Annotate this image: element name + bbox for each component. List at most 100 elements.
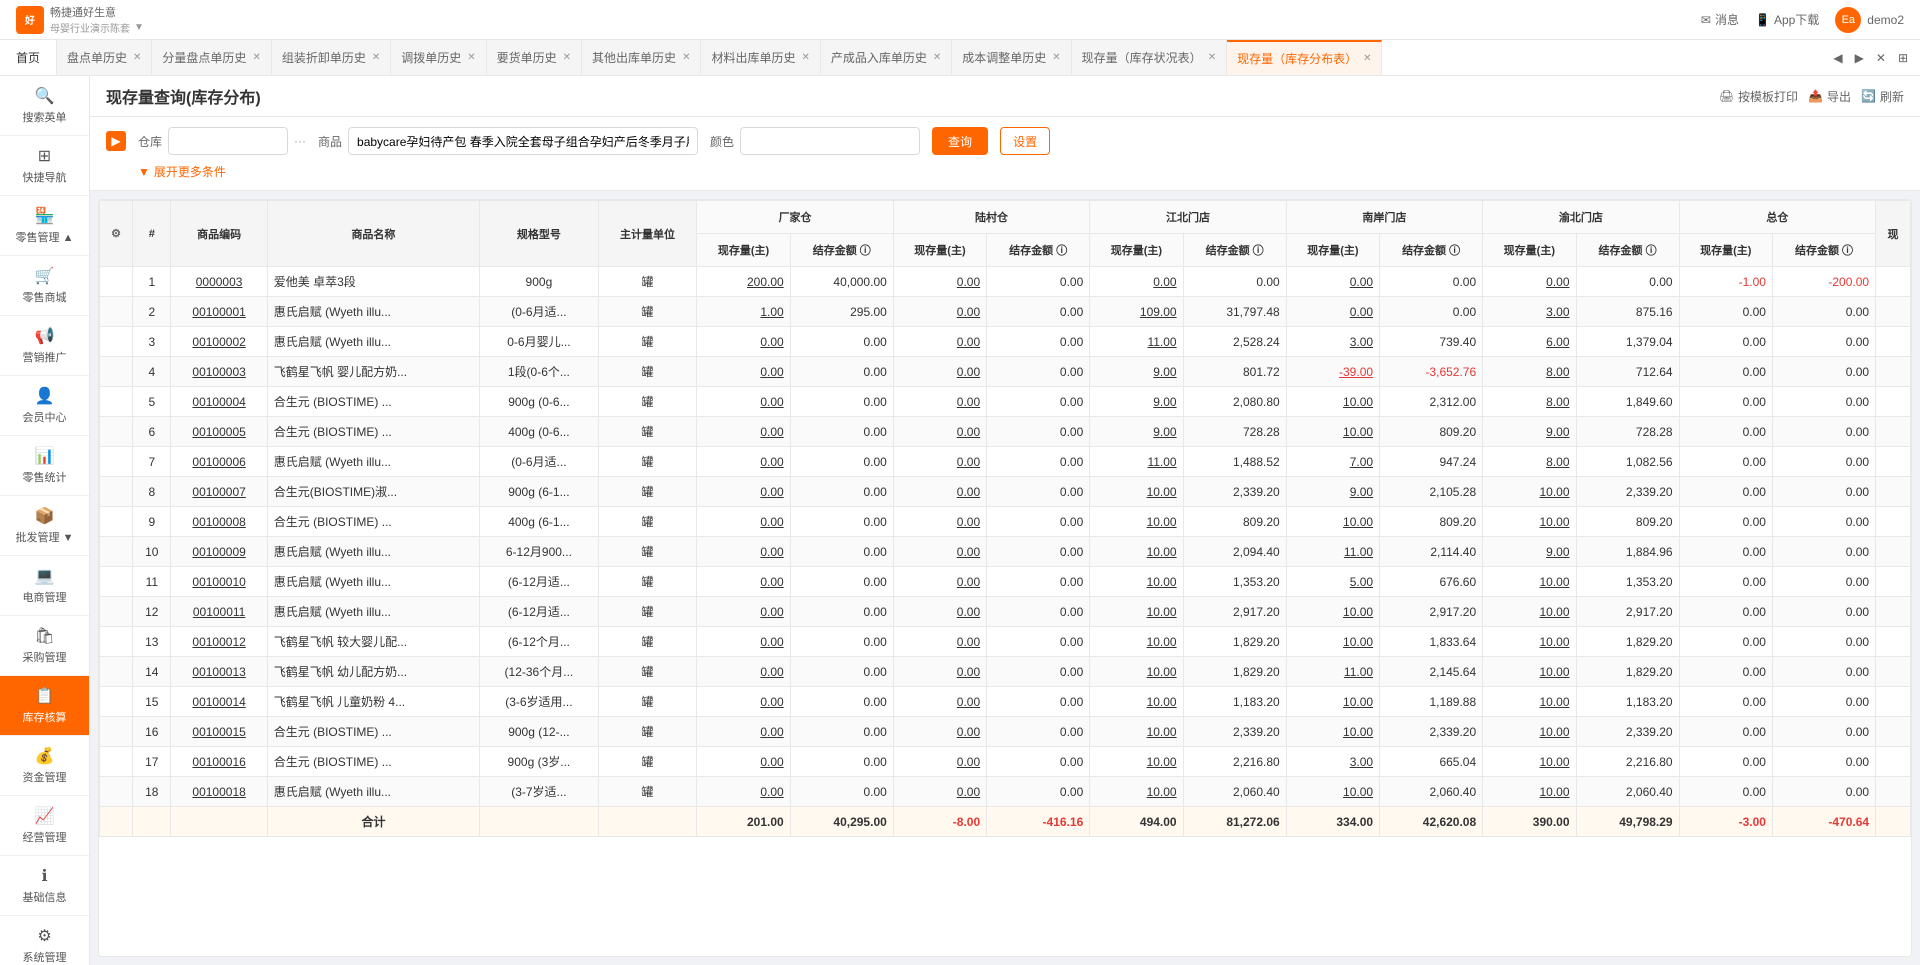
sidebar-item-retail-mgmt[interactable]: 🏪 零售管理 ▲ [0,196,89,256]
table-cell[interactable]: 10.00 [1483,597,1576,627]
table-cell[interactable]: 10.00 [1090,687,1183,717]
table-cell[interactable]: 11.00 [1286,537,1379,567]
warehouse-more-btn[interactable]: ··· [294,134,306,148]
tab-close-icon[interactable]: ✕ [133,52,141,63]
tab-close-icon[interactable]: ✕ [563,52,571,63]
tab-close-icon[interactable]: ✕ [467,52,475,63]
table-cell[interactable]: 00100010 [171,567,267,597]
color-input[interactable] [740,127,920,155]
tab-outbound-history[interactable]: 其他出库单历史 ✕ [582,40,701,75]
table-cell[interactable]: 00100011 [171,597,267,627]
table-cell[interactable]: 0.00 [697,747,790,777]
tab-close-icon[interactable]: ✕ [1052,52,1060,63]
table-cell[interactable]: 10.00 [1286,597,1379,627]
table-cell[interactable]: 0.00 [893,687,986,717]
sidebar-item-wholesale[interactable]: 📦 批发管理 ▼ [0,496,89,556]
table-cell[interactable]: 00100005 [171,417,267,447]
table-cell[interactable]: 10.00 [1286,687,1379,717]
table-cell[interactable]: 0.00 [697,627,790,657]
table-cell[interactable]: 9.00 [1286,477,1379,507]
table-cell[interactable]: 0.00 [697,567,790,597]
table-cell[interactable]: 10.00 [1090,597,1183,627]
tab-stock-distribution[interactable]: 现存量（库存分布表） ✕ [1227,40,1382,75]
sidebar-item-purchase[interactable]: 🛍 采购管理 [0,616,89,676]
table-cell[interactable]: 0.00 [893,747,986,777]
table-cell[interactable]: 10.00 [1090,507,1183,537]
tab-close-all-icon[interactable]: ✕ [1872,49,1890,67]
table-cell[interactable]: 8.00 [1483,387,1576,417]
tab-close-icon[interactable]: ✕ [1208,52,1216,63]
table-cell[interactable]: 00100001 [171,297,267,327]
table-cell[interactable]: 0.00 [893,657,986,687]
table-cell[interactable]: 0.00 [893,627,986,657]
tab-next-icon[interactable]: ▶ [1851,49,1868,67]
table-cell[interactable]: 0.00 [893,267,986,297]
table-cell[interactable]: 00100016 [171,747,267,777]
warehouse-input[interactable] [168,127,288,155]
tab-assembly-history[interactable]: 组装折卸单历史 ✕ [272,40,391,75]
table-cell[interactable]: 10.00 [1483,717,1576,747]
table-cell[interactable]: 10.00 [1286,627,1379,657]
tab-close-icon[interactable]: ✕ [252,52,260,63]
table-cell[interactable]: 10.00 [1090,477,1183,507]
table-cell[interactable]: 7.00 [1286,447,1379,477]
app-download-btn[interactable]: 📱 App下载 [1755,11,1819,28]
table-cell[interactable]: 0.00 [893,447,986,477]
table-cell[interactable]: 00100008 [171,507,267,537]
tab-stock-status[interactable]: 现存量（库存状况表） ✕ [1072,40,1227,75]
table-cell[interactable]: 10.00 [1090,657,1183,687]
tab-close-icon[interactable]: ✕ [682,52,690,63]
table-cell[interactable]: 11.00 [1090,447,1183,477]
settings-icon[interactable]: ⚙ [111,228,121,240]
table-cell[interactable]: 9.00 [1090,357,1183,387]
table-cell[interactable]: 10.00 [1090,777,1183,807]
table-cell[interactable]: 10.00 [1483,507,1576,537]
print-btn[interactable]: 🖨 按模板打印 [1719,88,1798,105]
sidebar-item-marketing[interactable]: 📢 营销推广 [0,316,89,376]
table-cell[interactable]: 10.00 [1483,627,1576,657]
sidebar-item-operations[interactable]: 📈 经营管理 [0,796,89,856]
table-cell[interactable]: 9.00 [1090,387,1183,417]
table-cell[interactable]: 10.00 [1483,747,1576,777]
table-cell[interactable]: 10.00 [1286,717,1379,747]
table-cell[interactable]: 10.00 [1090,717,1183,747]
table-cell[interactable]: 00100015 [171,717,267,747]
table-cell[interactable]: 10.00 [1090,567,1183,597]
table-cell[interactable]: 10.00 [1483,477,1576,507]
table-cell[interactable]: 0.00 [1286,297,1379,327]
table-cell[interactable]: 0.00 [697,357,790,387]
sidebar-item-member[interactable]: 👤 会员中心 [0,376,89,436]
table-cell[interactable]: 109.00 [1090,297,1183,327]
table-cell[interactable]: 0.00 [697,537,790,567]
table-cell[interactable]: 3.00 [1286,747,1379,777]
table-cell[interactable]: 0.00 [893,597,986,627]
refresh-btn[interactable]: 🔄 刷新 [1861,88,1904,105]
tab-order-history[interactable]: 要货单历史 ✕ [487,40,582,75]
table-cell[interactable]: 9.00 [1090,417,1183,447]
table-cell[interactable]: 0.00 [697,777,790,807]
table-cell[interactable]: 0.00 [893,477,986,507]
tab-transfer-history[interactable]: 调拨单历史 ✕ [391,40,486,75]
table-cell[interactable]: 10.00 [1483,567,1576,597]
table-cell[interactable]: 0.00 [893,717,986,747]
table-cell[interactable]: 0.00 [697,717,790,747]
table-cell[interactable]: 00100003 [171,357,267,387]
table-cell[interactable]: 0.00 [1483,267,1576,297]
goods-input[interactable] [348,127,698,155]
table-cell[interactable]: 0.00 [697,387,790,417]
table-cell[interactable]: 11.00 [1090,327,1183,357]
table-cell[interactable]: 0000003 [171,267,267,297]
table-cell[interactable]: 00100012 [171,627,267,657]
sidebar-item-inventory[interactable]: 📋 库存核算 [0,676,89,736]
table-cell[interactable]: 0.00 [893,567,986,597]
table-cell[interactable]: 00100006 [171,447,267,477]
table-cell[interactable]: 0.00 [697,657,790,687]
table-cell[interactable]: 0.00 [1090,267,1183,297]
table-cell[interactable]: 8.00 [1483,447,1576,477]
query-button[interactable]: 查询 [932,127,988,155]
table-cell[interactable]: 5.00 [1286,567,1379,597]
tab-expand-icon[interactable]: ⊞ [1894,49,1912,67]
table-cell[interactable]: 0.00 [697,447,790,477]
tab-close-icon[interactable]: ✕ [933,52,941,63]
table-cell[interactable]: 0.00 [893,537,986,567]
